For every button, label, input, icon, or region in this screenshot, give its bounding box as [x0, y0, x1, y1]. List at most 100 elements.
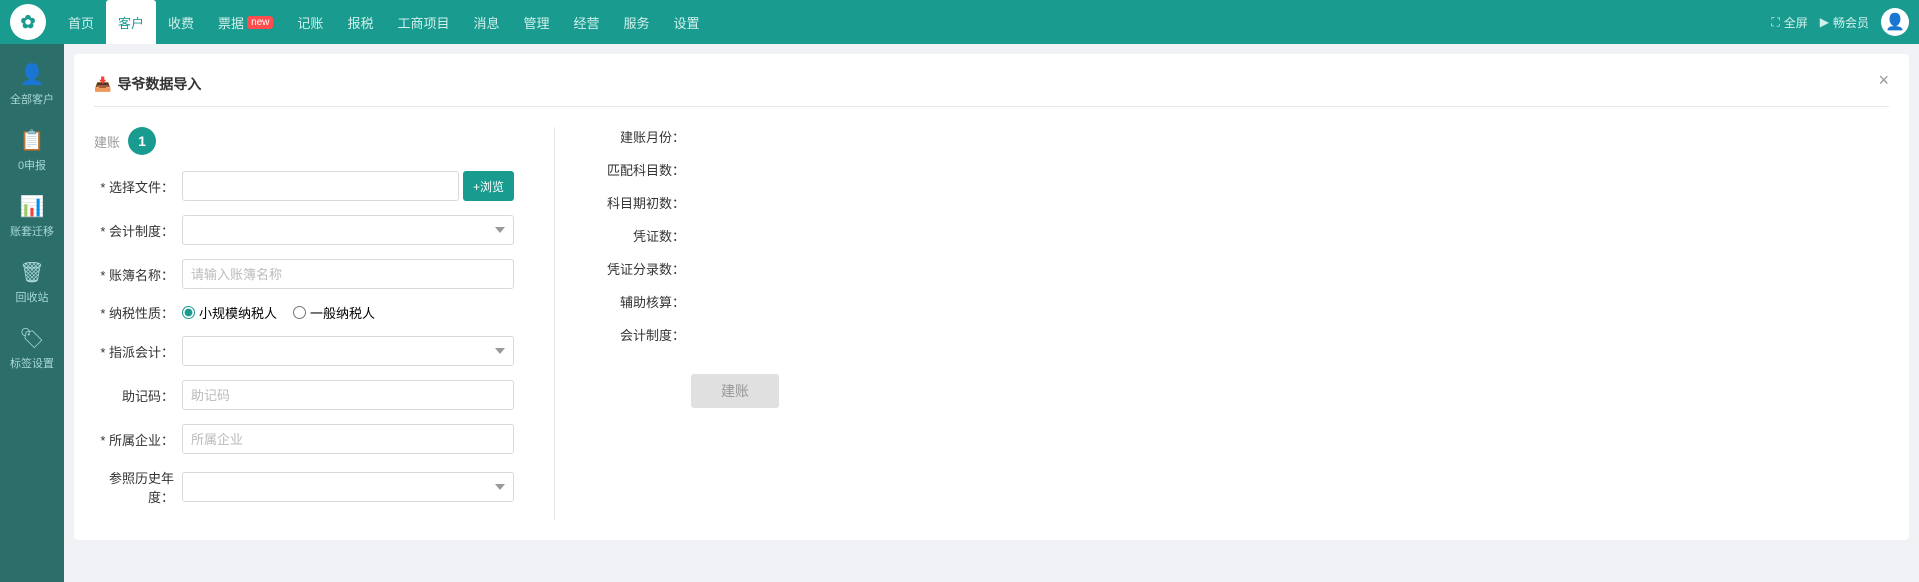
fullscreen-button[interactable]: ⛶ 全屏	[1771, 14, 1807, 31]
right-field-match-subjects: 匹配科目数：	[595, 160, 875, 179]
ledger-name-input[interactable]	[182, 259, 514, 289]
memo-code-input[interactable]	[182, 380, 514, 410]
nav-item-service[interactable]: 服务	[612, 0, 662, 44]
right-field-account-system: 会计制度：	[595, 325, 875, 344]
tag-settings-icon: 🏷	[19, 326, 44, 351]
nav-item-tax[interactable]: 报税	[335, 0, 385, 44]
nav-item-finance[interactable]: 经营	[562, 0, 612, 44]
sidebar-label-trash: 回收站	[16, 289, 49, 305]
sidebar-item-declaration[interactable]: 📋 0申报	[2, 120, 62, 181]
dialog-title: 📥 导爷数据导入	[94, 74, 1889, 107]
fullscreen-label: 全屏	[1784, 14, 1808, 31]
file-row: * 选择文件： +浏览	[94, 171, 514, 201]
sidebar-label-tag-settings: 标签设置	[10, 355, 54, 371]
tax-small-radio[interactable]	[182, 306, 195, 319]
tax-small-scale[interactable]: 小规模纳税人	[182, 303, 277, 322]
sidebar-item-trash[interactable]: 🗑 回收站	[2, 252, 62, 313]
tax-general[interactable]: 一般纳税人	[293, 303, 375, 322]
sidebar-item-tag-settings[interactable]: 🏷 标签设置	[2, 318, 62, 379]
sidebar: 👤 全部客户 📋 0申报 📊 账套迁移 🗑 回收站 🏷 标签设置	[0, 44, 64, 582]
file-label: * 选择文件：	[94, 177, 174, 196]
right-label-account-month: 建账月份：	[595, 127, 685, 146]
memo-code-row: 助记码：	[94, 380, 514, 410]
nav-item-account[interactable]: 记账	[285, 0, 335, 44]
accounting-system-select[interactable]: 企业会计准则 小企业会计准则 个体工商户	[182, 215, 514, 245]
main-content: 📥 导爷数据导入 × 建账 1 * 选择文件： +浏览	[64, 44, 1919, 582]
nav-item-home[interactable]: 首页	[56, 0, 106, 44]
right-field-aux-accounting: 辅助核算：	[595, 292, 875, 311]
right-field-voucher-entries: 凭证分录数：	[595, 259, 875, 278]
assign-accountant-row: * 指派会计：	[94, 336, 514, 366]
sidebar-label-declaration: 0申报	[18, 157, 46, 173]
memo-code-label: 助记码：	[94, 386, 174, 405]
company-label: * 所属企业：	[94, 430, 174, 449]
trash-icon: 🗑	[19, 260, 44, 285]
dialog-title-icon: 📥	[94, 76, 111, 93]
right-label-aux-accounting: 辅助核算：	[595, 292, 685, 311]
right-label-account-system: 会计制度：	[595, 325, 685, 344]
company-input[interactable]	[182, 424, 514, 454]
right-label-match-subjects: 匹配科目数：	[595, 160, 685, 179]
nav-item-bizproject[interactable]: 工商项目	[385, 0, 461, 44]
ledger-name-row: * 账簿名称：	[94, 259, 514, 289]
dialog-title-text: 导爷数据导入	[117, 74, 201, 94]
top-nav: ✿ 首页客户收费票据new记账报税工商项目消息管理经营服务设置 ⛶ 全屏 ▶ 畅…	[0, 0, 1919, 44]
sidebar-label-account-migration: 账套迁移	[10, 223, 54, 239]
sidebar-item-all-clients[interactable]: 👤 全部客户	[2, 54, 62, 115]
dialog: 📥 导爷数据导入 × 建账 1 * 选择文件： +浏览	[74, 54, 1909, 540]
right-field-account-month: 建账月份：	[595, 127, 875, 146]
tax-small-label: 小规模纳税人	[199, 303, 277, 322]
tax-type-row: * 纳税性质： 小规模纳税人 一般纳税人	[94, 303, 514, 322]
app-logo: ✿	[10, 4, 46, 40]
vip-icon: ▶	[1820, 15, 1829, 29]
section-label: 建账	[94, 132, 120, 151]
sidebar-label-all-clients: 全部客户	[10, 91, 54, 107]
company-row: * 所属企业：	[94, 424, 514, 454]
account-migration-icon: 📊	[20, 194, 45, 219]
nav-badge-invoice: new	[247, 16, 273, 29]
step-badge: 1	[128, 127, 156, 155]
nav-right: ⛶ 全屏 ▶ 畅会员 👤	[1771, 8, 1909, 36]
right-label-voucher-count: 凭证数：	[595, 226, 685, 245]
tax-general-radio[interactable]	[293, 306, 306, 319]
vertical-divider	[554, 127, 555, 520]
assign-accountant-select[interactable]	[182, 336, 514, 366]
declaration-icon: 📋	[20, 128, 45, 153]
assign-accountant-label: * 指派会计：	[94, 342, 174, 361]
file-input[interactable]	[182, 171, 459, 201]
vip-button[interactable]: ▶ 畅会员	[1820, 14, 1869, 31]
file-input-group: +浏览	[182, 171, 514, 201]
form-body: 建账 1 * 选择文件： +浏览 * 会计制度：	[94, 127, 1889, 520]
close-button[interactable]: ×	[1878, 70, 1889, 91]
tax-general-label: 一般纳税人	[310, 303, 375, 322]
right-field-subject-init: 科目期初数：	[595, 193, 875, 212]
sidebar-item-account-migration[interactable]: 📊 账套迁移	[2, 186, 62, 247]
history-year-select[interactable]	[182, 472, 514, 502]
tax-type-label: * 纳税性质：	[94, 303, 174, 322]
fullscreen-icon: ⛶	[1771, 15, 1779, 30]
history-year-label: 参照历史年度：	[94, 468, 174, 506]
right-field-voucher-count: 凭证数：	[595, 226, 875, 245]
vip-label: 畅会员	[1833, 14, 1869, 31]
nav-item-client[interactable]: 客户	[106, 0, 156, 44]
nav-item-billing[interactable]: 收费	[156, 0, 206, 44]
browse-button[interactable]: +浏览	[463, 171, 514, 201]
user-avatar[interactable]: 👤	[1881, 8, 1909, 36]
accounting-system-label: * 会计制度：	[94, 221, 174, 240]
accounting-system-row: * 会计制度： 企业会计准则 小企业会计准则 个体工商户	[94, 215, 514, 245]
right-label-subject-init: 科目期初数：	[595, 193, 685, 212]
nav-item-invoice[interactable]: 票据new	[206, 0, 285, 44]
tax-radio-group: 小规模纳税人 一般纳税人	[182, 303, 514, 322]
history-year-row: 参照历史年度：	[94, 468, 514, 506]
right-label-voucher-entries: 凭证分录数：	[595, 259, 685, 278]
nav-item-manage[interactable]: 管理	[511, 0, 561, 44]
form-right: 建账月份： 匹配科目数： 科目期初数： 凭证数： 凭证分录数： 辅助核算： 会计制度： 建账	[595, 127, 875, 520]
create-account-button: 建账	[691, 374, 779, 408]
nav-items: 首页客户收费票据new记账报税工商项目消息管理经营服务设置	[56, 0, 1771, 44]
right-fields: 建账月份： 匹配科目数： 科目期初数： 凭证数： 凭证分录数： 辅助核算： 会计制度：	[595, 127, 875, 344]
nav-item-message[interactable]: 消息	[461, 0, 511, 44]
form-left: 建账 1 * 选择文件： +浏览 * 会计制度：	[94, 127, 514, 520]
ledger-name-label: * 账簿名称：	[94, 265, 174, 284]
nav-item-settings[interactable]: 设置	[662, 0, 712, 44]
all-clients-icon: 👤	[20, 62, 45, 87]
